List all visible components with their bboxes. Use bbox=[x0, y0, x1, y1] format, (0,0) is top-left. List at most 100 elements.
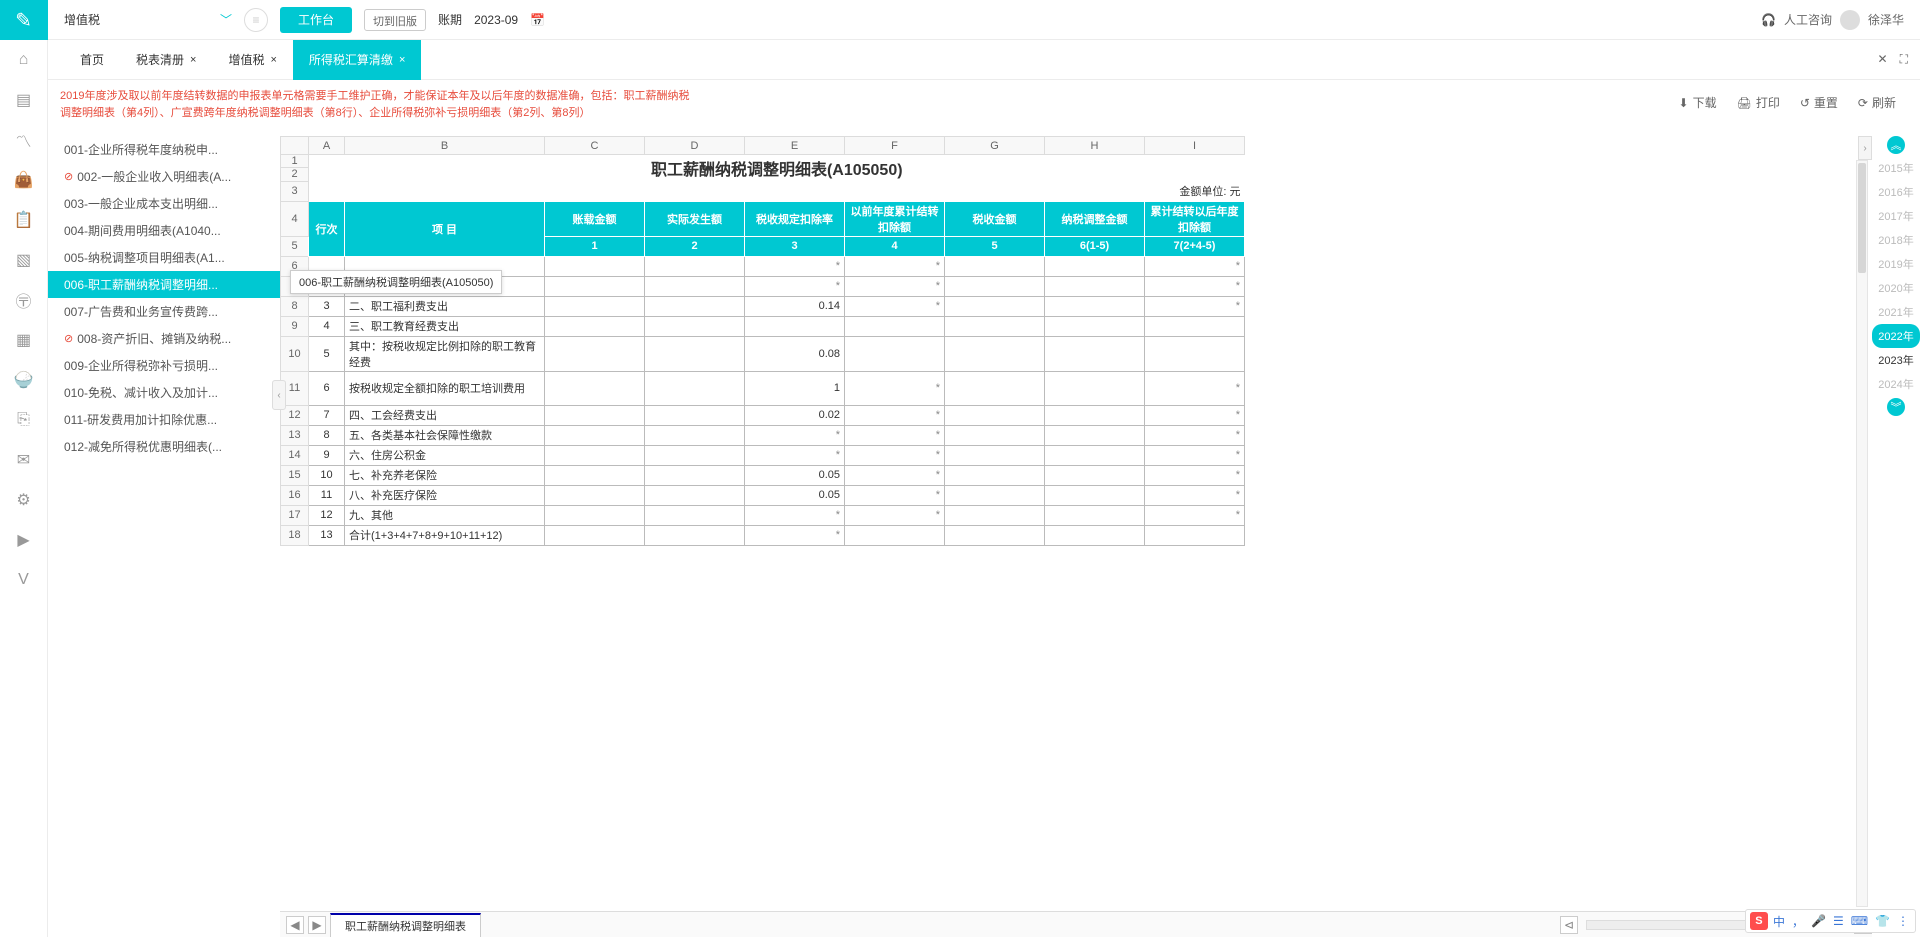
row-header[interactable]: 2 bbox=[281, 168, 309, 181]
nav-doc-icon[interactable]: ▤ bbox=[0, 80, 48, 120]
cell[interactable]: * bbox=[745, 276, 845, 296]
form-list-item[interactable]: ⊘008-资产折旧、摊销及纳税... bbox=[48, 325, 280, 352]
cell[interactable]: 0.02 bbox=[745, 405, 845, 425]
nav-calendar-icon[interactable]: ▦ bbox=[0, 320, 48, 360]
cell[interactable] bbox=[945, 256, 1045, 276]
ime-item[interactable]: ⌨ bbox=[1849, 914, 1870, 928]
cell[interactable]: 九、其他 bbox=[345, 505, 545, 525]
year-item[interactable]: 2022年 bbox=[1872, 324, 1919, 348]
tab-tax-list[interactable]: 税表清册× bbox=[120, 40, 212, 80]
cell[interactable] bbox=[1045, 256, 1145, 276]
row-header[interactable]: 5 bbox=[281, 236, 309, 256]
cell[interactable]: 按税收规定全额扣除的职工培训费用 bbox=[345, 371, 545, 405]
old-version-button[interactable]: 切到旧版 bbox=[364, 9, 426, 31]
cell[interactable]: * bbox=[845, 405, 945, 425]
cell[interactable] bbox=[1045, 525, 1145, 545]
cell[interactable] bbox=[545, 505, 645, 525]
cell[interactable]: * bbox=[1145, 485, 1245, 505]
row-header[interactable]: 13 bbox=[281, 425, 309, 445]
cell[interactable] bbox=[1045, 276, 1145, 296]
cell[interactable]: 8 bbox=[309, 425, 345, 445]
cell[interactable]: * bbox=[745, 525, 845, 545]
avatar[interactable] bbox=[1840, 10, 1860, 30]
cell[interactable]: 7 bbox=[309, 405, 345, 425]
cell[interactable]: 合计(1+3+4+7+8+9+10+11+12) bbox=[345, 525, 545, 545]
cell[interactable] bbox=[645, 371, 745, 405]
cell[interactable]: 4 bbox=[309, 316, 345, 336]
row-header[interactable]: 3 bbox=[281, 181, 309, 201]
row-header[interactable]: 15 bbox=[281, 465, 309, 485]
cell[interactable] bbox=[545, 316, 645, 336]
cell[interactable]: * bbox=[745, 256, 845, 276]
cell[interactable] bbox=[845, 336, 945, 371]
cell[interactable]: 职工薪酬纳税调整明细表(A105050) bbox=[309, 155, 1245, 182]
ime-item[interactable]: 👕 bbox=[1873, 914, 1892, 928]
cell[interactable]: 三、职工教育经费支出 bbox=[345, 316, 545, 336]
form-list-item[interactable]: 003-一般企业成本支出明细... bbox=[48, 190, 280, 217]
cell[interactable] bbox=[1045, 485, 1145, 505]
cell[interactable]: 1 bbox=[545, 236, 645, 256]
help-link[interactable]: 人工咨询 bbox=[1784, 11, 1832, 28]
cell[interactable] bbox=[1145, 316, 1245, 336]
cell[interactable]: 12 bbox=[309, 505, 345, 525]
vertical-scrollbar[interactable] bbox=[1856, 160, 1868, 907]
cell[interactable]: * bbox=[1145, 425, 1245, 445]
col-header[interactable]: C bbox=[545, 137, 645, 155]
cell[interactable]: 9 bbox=[309, 445, 345, 465]
year-item[interactable]: 2024年 bbox=[1872, 372, 1919, 396]
year-item[interactable]: 2023年 bbox=[1872, 348, 1919, 372]
cell[interactable]: 六、住房公积金 bbox=[345, 445, 545, 465]
cell[interactable]: 4 bbox=[845, 236, 945, 256]
cell[interactable]: 以前年度累计结转扣除额 bbox=[845, 201, 945, 236]
cell[interactable] bbox=[545, 256, 645, 276]
year-up-button[interactable]: ︽ bbox=[1887, 136, 1905, 154]
year-item[interactable]: 2021年 bbox=[1872, 300, 1919, 324]
close-icon[interactable]: × bbox=[190, 54, 196, 66]
cell[interactable]: 四、工会经费支出 bbox=[345, 405, 545, 425]
cell[interactable] bbox=[1045, 425, 1145, 445]
cell[interactable]: 其中：按税收规定比例扣除的职工教育经费 bbox=[345, 336, 545, 371]
year-item[interactable]: 2020年 bbox=[1872, 276, 1919, 300]
cell[interactable]: 五、各类基本社会保障性缴款 bbox=[345, 425, 545, 445]
nav-home-icon[interactable]: ⌂ bbox=[0, 40, 48, 80]
sheet-next-button[interactable]: ▶ bbox=[308, 916, 326, 934]
cell[interactable]: 3 bbox=[745, 236, 845, 256]
nav-bowl-icon[interactable]: 🍚 bbox=[0, 360, 48, 400]
cell[interactable]: * bbox=[845, 276, 945, 296]
cell[interactable]: * bbox=[845, 296, 945, 316]
cell[interactable]: * bbox=[1145, 256, 1245, 276]
col-header[interactable]: E bbox=[745, 137, 845, 155]
row-header[interactable]: 17 bbox=[281, 505, 309, 525]
cell[interactable] bbox=[945, 465, 1045, 485]
row-header[interactable]: 16 bbox=[281, 485, 309, 505]
cell[interactable] bbox=[645, 425, 745, 445]
close-icon[interactable]: × bbox=[399, 54, 405, 66]
cell[interactable] bbox=[1045, 296, 1145, 316]
cell[interactable]: * bbox=[745, 445, 845, 465]
col-header[interactable]: H bbox=[1045, 137, 1145, 155]
cell[interactable]: 5 bbox=[309, 336, 345, 371]
cell[interactable]: 账载金额 bbox=[545, 201, 645, 236]
row-header[interactable]: 9 bbox=[281, 316, 309, 336]
cell[interactable]: 2 bbox=[645, 236, 745, 256]
cell[interactable] bbox=[545, 336, 645, 371]
nav-inbox-icon[interactable]: ✉ bbox=[0, 440, 48, 480]
cell[interactable]: * bbox=[845, 465, 945, 485]
cell[interactable]: 七、补充养老保险 bbox=[345, 465, 545, 485]
nav-tax-icon[interactable]: 〶 bbox=[0, 280, 48, 320]
cell[interactable] bbox=[645, 445, 745, 465]
ime-item[interactable]: ⋮ bbox=[1895, 914, 1911, 928]
cell[interactable] bbox=[945, 405, 1045, 425]
cell[interactable] bbox=[945, 525, 1045, 545]
cell[interactable] bbox=[945, 296, 1045, 316]
cell[interactable] bbox=[945, 445, 1045, 465]
cell[interactable] bbox=[645, 296, 745, 316]
row-header[interactable]: 1 bbox=[281, 155, 309, 168]
workspace-button[interactable]: 工作台 bbox=[280, 7, 352, 33]
cell[interactable] bbox=[645, 525, 745, 545]
cell[interactable]: 10 bbox=[309, 465, 345, 485]
year-item[interactable]: 2015年 bbox=[1872, 156, 1919, 180]
nav-export-icon[interactable]: ⎘ bbox=[0, 400, 48, 440]
cell[interactable] bbox=[845, 525, 945, 545]
form-list-item[interactable]: 001-企业所得税年度纳税申... bbox=[48, 136, 280, 163]
